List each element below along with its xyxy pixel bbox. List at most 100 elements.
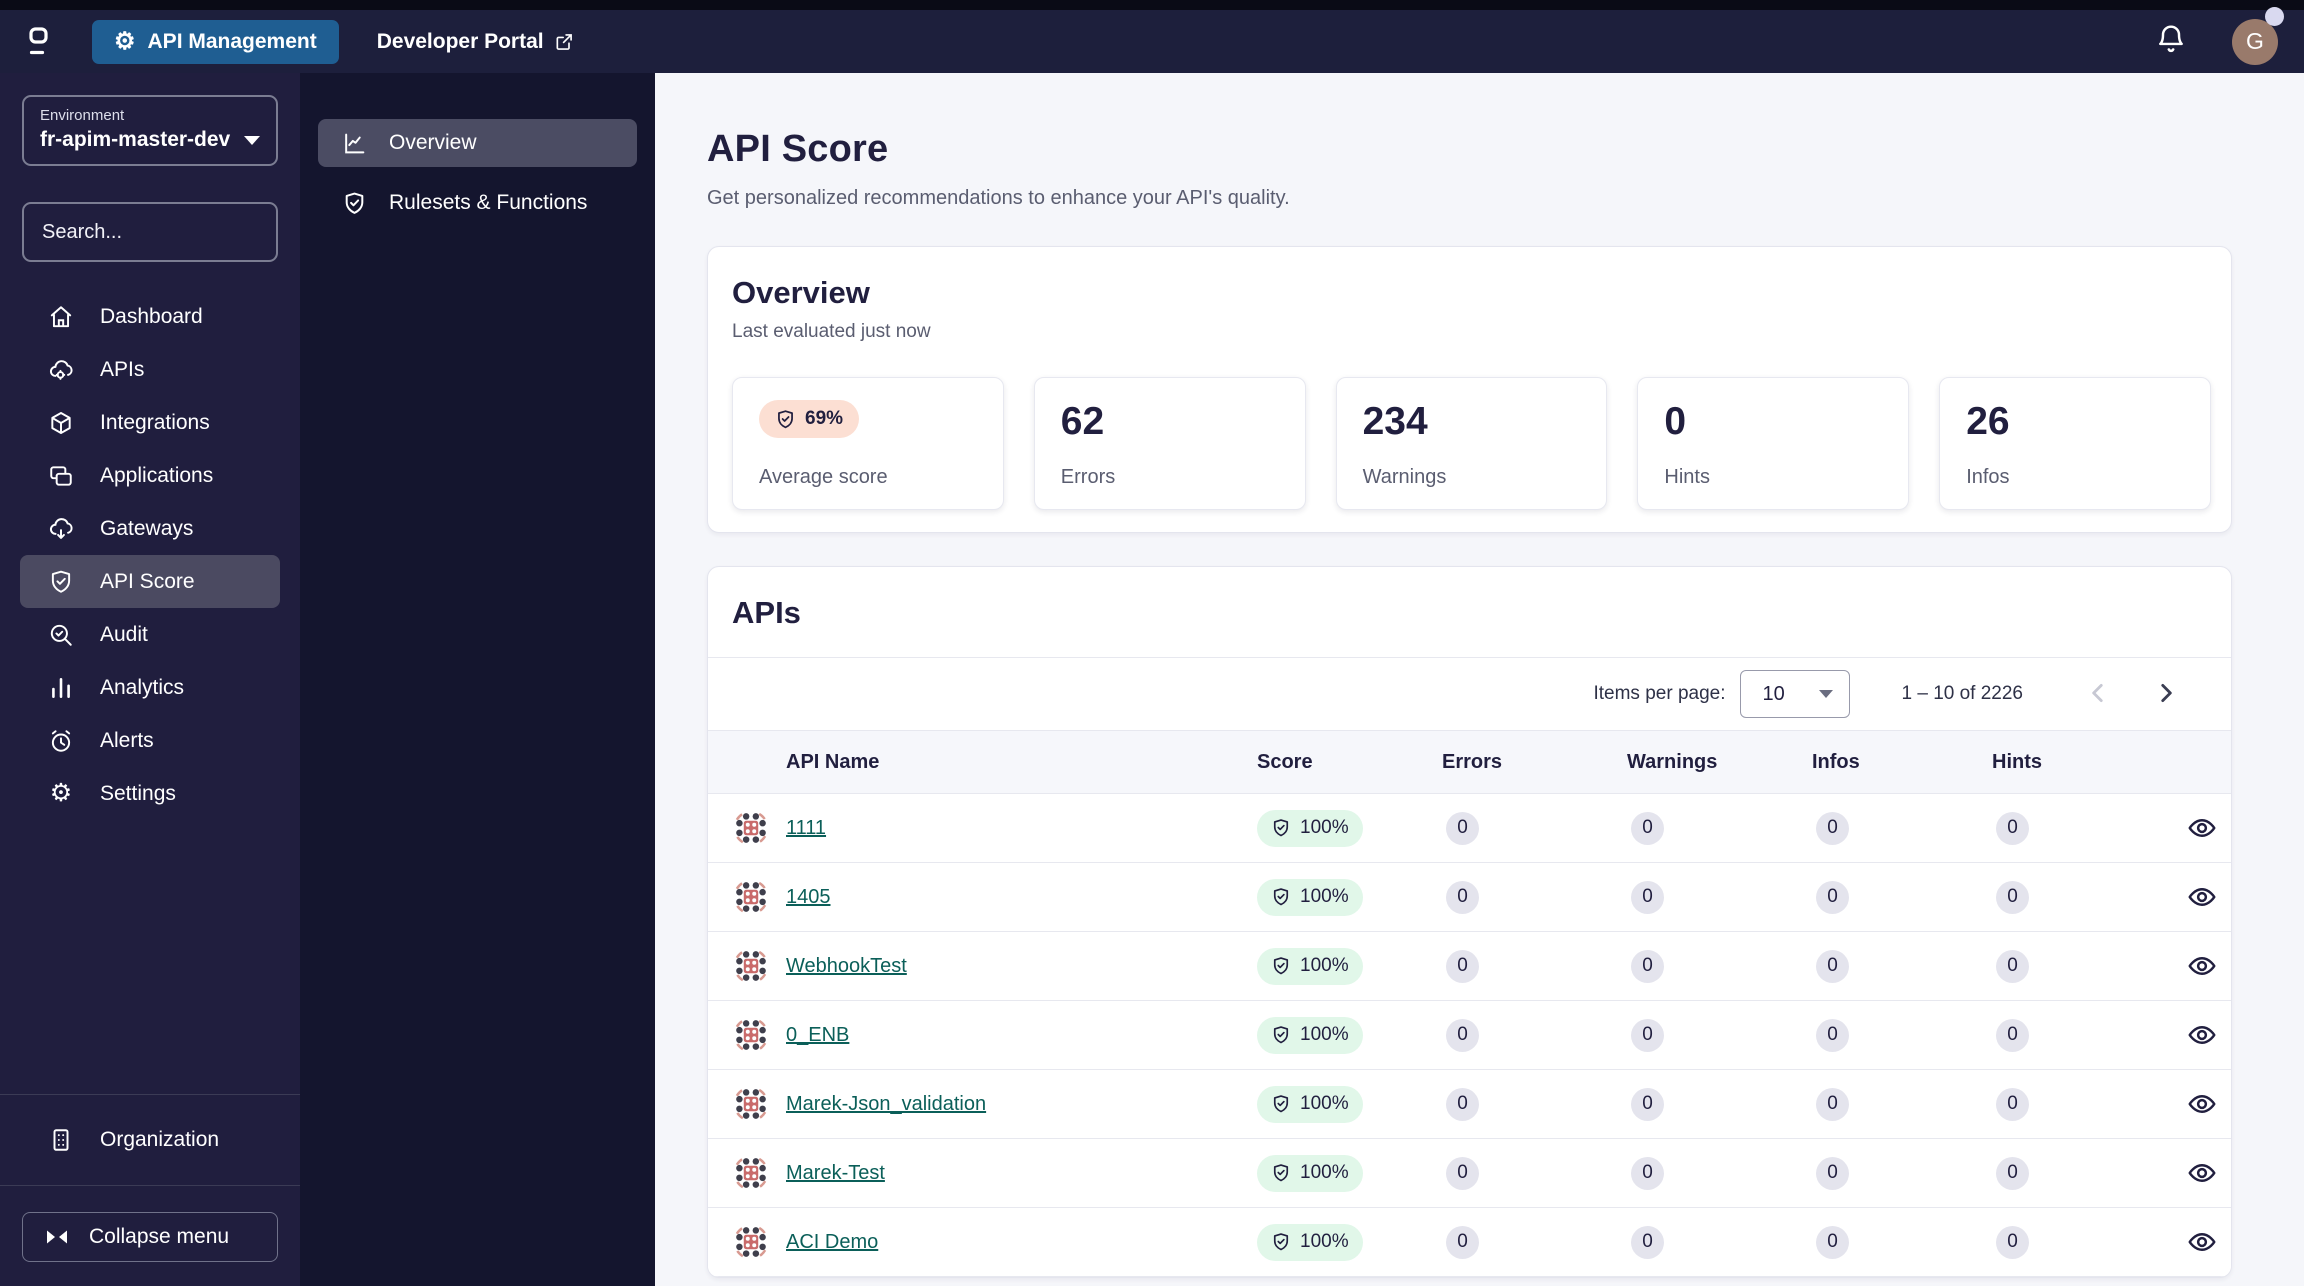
eye-icon[interactable]	[2187, 1089, 2217, 1119]
api-name-link[interactable]: 1111	[786, 817, 826, 840]
cloud-download-icon	[50, 517, 73, 539]
stat-label: Infos	[1966, 466, 2010, 488]
api-avatar-icon	[732, 809, 770, 847]
shield-check-icon	[1271, 1232, 1291, 1252]
api-name-link[interactable]: 0_ENB	[786, 1024, 849, 1047]
sidebar-item-alerts[interactable]: Alerts	[20, 714, 280, 767]
apis-card-title: APIs	[732, 595, 801, 630]
infos-count-badge: 0	[1816, 811, 1849, 845]
stat-label: Warnings	[1362, 466, 1447, 488]
api-name-link[interactable]: ACI Demo	[786, 1231, 878, 1254]
score-badge: 100%	[1257, 878, 1363, 916]
sidebar-menu: Dashboard APIs Integrations Applications…	[20, 290, 280, 820]
score-badge: 100%	[1257, 1016, 1363, 1054]
api-name-link[interactable]: 1405	[786, 886, 831, 909]
api-management-button[interactable]: ⚙ API Management	[92, 19, 339, 64]
apis-card: APIs Items per page: 10 1 – 10 of 2226 A…	[707, 566, 2232, 1278]
shield-check-icon	[1271, 1094, 1291, 1114]
score-value: 100%	[1300, 1024, 1349, 1045]
errors-count-badge: 0	[1446, 880, 1479, 914]
page-title: API Score	[707, 128, 889, 170]
eye-icon[interactable]	[2187, 1158, 2217, 1188]
sidebar-item-integrations[interactable]: Integrations	[20, 396, 280, 449]
sidebar-item-label: Analytics	[100, 675, 185, 699]
infos-count-badge: 0	[1816, 1087, 1849, 1121]
primary-sidebar: Environment fr-apim-master-dev Dashboard…	[0, 73, 307, 1286]
errors-count-badge: 0	[1446, 1225, 1479, 1259]
stat-label: Errors	[1060, 466, 1116, 488]
shield-check-icon	[342, 191, 367, 216]
sidebar-item-api-score[interactable]: API Score	[20, 555, 280, 608]
sidebar-item-applications[interactable]: Applications	[20, 449, 280, 502]
eye-icon[interactable]	[2187, 882, 2217, 912]
score-value: 100%	[1300, 1162, 1349, 1183]
stat-card-errors: 62 Errors	[1033, 377, 1306, 510]
api-avatar-icon	[732, 878, 770, 916]
score-value: 100%	[1300, 1231, 1349, 1252]
hints-count-badge: 0	[1996, 1087, 2029, 1121]
sidebar-item-settings[interactable]: ⚙ Settings	[20, 767, 280, 820]
stat-value: 62	[1060, 400, 1105, 443]
stat-label: Average score	[759, 466, 888, 488]
main-content: API Score Get personalized recommendatio…	[655, 73, 2304, 1286]
api-name-link[interactable]: Marek-Test	[786, 1162, 885, 1185]
score-badge: 100%	[1257, 809, 1363, 847]
sidebar-item-label: Audit	[100, 622, 148, 646]
sidebar-item-label: Dashboard	[100, 304, 203, 328]
notifications-bell-icon[interactable]	[2156, 23, 2186, 60]
chevron-left-icon	[2085, 680, 2111, 706]
column-header: Score	[1257, 750, 1313, 773]
warnings-count-badge: 0	[1631, 1087, 1664, 1121]
stat-label: Hints	[1664, 466, 1710, 488]
collapse-icon	[47, 1230, 67, 1244]
api-avatar-icon	[732, 1016, 770, 1054]
subnav-item-overview[interactable]: Overview	[318, 119, 637, 167]
score-value: 100%	[1300, 886, 1349, 907]
developer-portal-link[interactable]: Developer Portal	[377, 30, 574, 54]
sidebar-item-audit[interactable]: Audit	[20, 608, 280, 661]
cog-icon: ⚙	[114, 27, 136, 55]
sidebar-item-dashboard[interactable]: Dashboard	[20, 290, 280, 343]
table-row: 1405 100% 0 0 0 0	[708, 863, 2231, 932]
infos-count-badge: 0	[1816, 880, 1849, 914]
organization-item[interactable]: Organization	[0, 1095, 300, 1185]
errors-count-badge: 0	[1446, 1087, 1479, 1121]
api-table-body: 1111 100% 0 0 0 0 1405 100% 0 0 0 0 Webh…	[708, 794, 2231, 1277]
gravitee-logo-icon	[29, 26, 48, 54]
chevron-right-icon	[2153, 680, 2179, 706]
eye-icon[interactable]	[2187, 951, 2217, 981]
eye-icon[interactable]	[2187, 1020, 2217, 1050]
average-score-badge: 69%	[759, 400, 860, 438]
table-row: WebhookTest 100% 0 0 0 0	[708, 932, 2231, 1001]
table-row: 1111 100% 0 0 0 0	[708, 794, 2231, 863]
table-row: Marek-Test 100% 0 0 0 0	[708, 1139, 2231, 1208]
api-name-link[interactable]: Marek-Json_validation	[786, 1093, 986, 1116]
sidebar-item-analytics[interactable]: Analytics	[20, 661, 280, 714]
stat-value: 0	[1664, 400, 1687, 443]
sidebar-item-apis[interactable]: APIs	[20, 343, 280, 396]
column-header: Errors	[1442, 750, 1503, 773]
presence-dot	[2265, 6, 2284, 26]
shield-check-icon	[1271, 1163, 1291, 1183]
next-page-button[interactable]	[2153, 680, 2179, 709]
environment-value: fr-apim-master-dev	[40, 128, 231, 151]
hints-count-badge: 0	[1996, 880, 2029, 914]
eye-icon[interactable]	[2187, 813, 2217, 843]
environment-select[interactable]: Environment fr-apim-master-dev	[22, 95, 278, 166]
stat-card-infos: 26 Infos	[1939, 377, 2211, 510]
table-header: API Name Score Errors Warnings Infos Hin…	[708, 731, 2231, 794]
column-header: Infos	[1812, 750, 1860, 773]
previous-page-button[interactable]	[2085, 680, 2111, 709]
collapse-menu-button[interactable]: Collapse menu	[22, 1212, 278, 1262]
items-per-page-select[interactable]: 10	[1739, 670, 1850, 718]
items-per-page-value: 10	[1762, 682, 1785, 705]
search-input[interactable]	[42, 220, 307, 244]
sidebar-item-gateways[interactable]: Gateways	[20, 502, 280, 555]
api-name-link[interactable]: WebhookTest	[786, 955, 907, 978]
subnav-item-rulesets[interactable]: Rulesets & Functions	[318, 179, 637, 227]
eye-icon[interactable]	[2187, 1227, 2217, 1257]
user-avatar[interactable]: G	[2232, 6, 2284, 65]
sidebar-search[interactable]	[22, 202, 307, 262]
sidebar-item-label: API Score	[100, 569, 195, 593]
sidebar-item-label: APIs	[100, 357, 145, 381]
